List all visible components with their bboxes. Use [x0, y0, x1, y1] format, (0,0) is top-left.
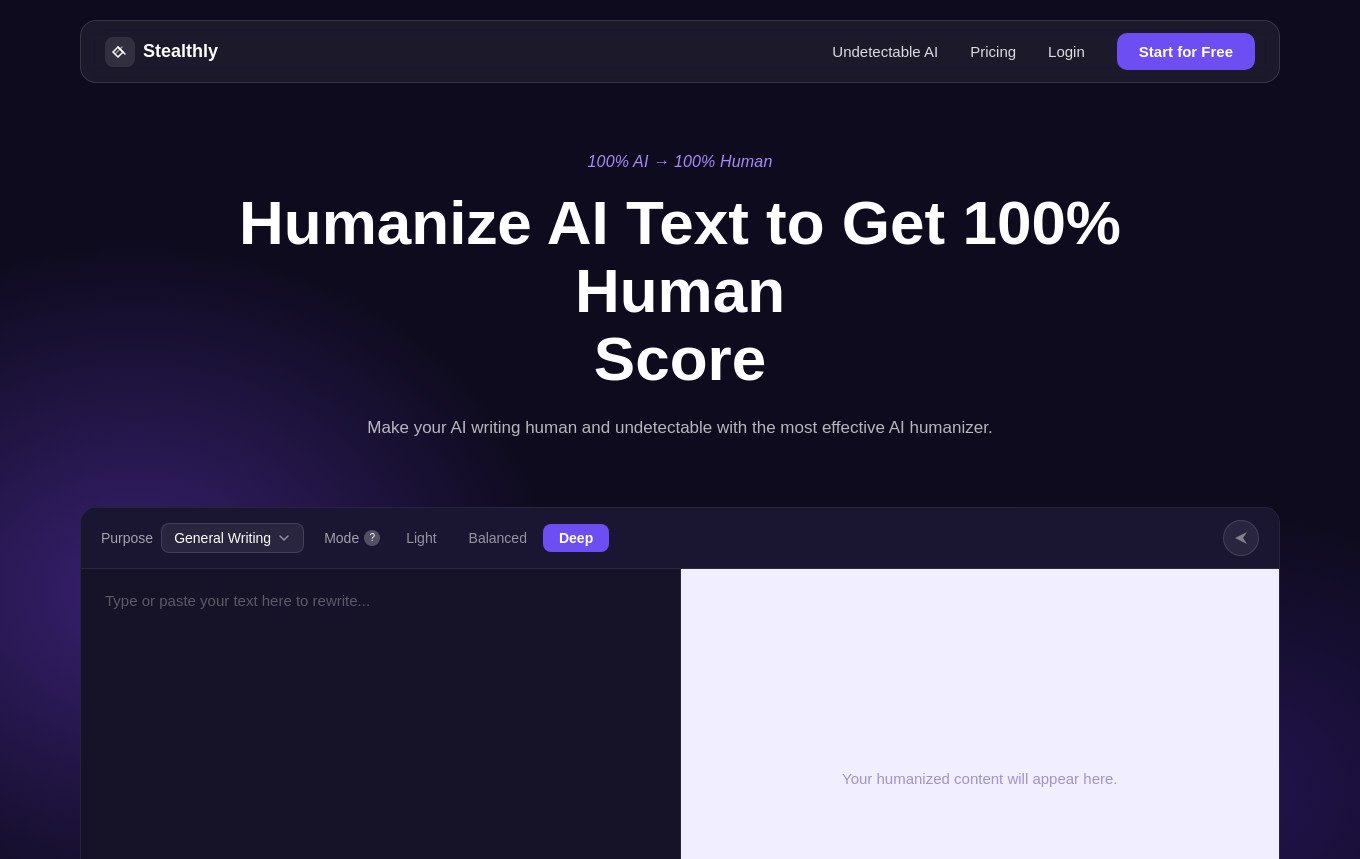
purpose-value: General Writing [174, 530, 271, 546]
editor-output: Your humanized content will appear here. [681, 569, 1280, 859]
nav-undetectable-ai[interactable]: Undetectable AI [832, 43, 938, 60]
hero-subtitle: 100% AI → 100% Human [20, 153, 1340, 171]
toolbar-right [1223, 520, 1259, 556]
send-icon [1233, 530, 1249, 546]
svg-rect-0 [105, 37, 135, 67]
purpose-select[interactable]: General Writing [161, 523, 304, 553]
toolbar-left: Purpose General Writing Mode ? Light Bal… [101, 523, 609, 553]
mode-tabs: Light Balanced Deep [390, 524, 609, 552]
hero-title-line2: Score [594, 324, 766, 393]
hero-description: Make your AI writing human and undetecta… [350, 414, 1010, 441]
editor-left: Try A Sample Paste Text [81, 569, 681, 859]
mode-label: Mode ? [324, 530, 380, 546]
navbar-links: Undetectable AI Pricing Login Start for … [832, 33, 1255, 70]
logo-icon [105, 37, 135, 67]
logo-link[interactable]: Stealthly [105, 37, 218, 67]
mode-tab-deep[interactable]: Deep [543, 524, 609, 552]
logo-text: Stealthly [143, 41, 218, 62]
start-free-button[interactable]: Start for Free [1117, 33, 1255, 70]
nav-pricing[interactable]: Pricing [970, 43, 1016, 60]
text-input[interactable] [81, 569, 680, 859]
purpose-group: Purpose General Writing [101, 523, 304, 553]
hero-title: Humanize AI Text to Get 100% Human Score [230, 189, 1130, 394]
hero-title-line1: Humanize AI Text to Get 100% Human [239, 188, 1121, 325]
output-placeholder: Your humanized content will appear here. [842, 770, 1117, 787]
chevron-down-icon [277, 531, 291, 545]
tool-panel: Purpose General Writing Mode ? Light Bal… [80, 507, 1280, 859]
navbar: Stealthly Undetectable AI Pricing Login … [80, 20, 1280, 83]
toolbar: Purpose General Writing Mode ? Light Bal… [81, 508, 1279, 569]
hero-section: 100% AI → 100% Human Humanize AI Text to… [0, 103, 1360, 507]
editor-area: Try A Sample Paste Text Your humanized c… [81, 569, 1279, 859]
mode-info-icon[interactable]: ? [364, 530, 380, 546]
nav-login[interactable]: Login [1048, 43, 1085, 60]
purpose-label: Purpose [101, 530, 153, 546]
mode-group: Mode ? Light Balanced Deep [324, 524, 609, 552]
mode-tab-balanced[interactable]: Balanced [453, 524, 543, 552]
mode-tab-light[interactable]: Light [390, 524, 452, 552]
send-button[interactable] [1223, 520, 1259, 556]
